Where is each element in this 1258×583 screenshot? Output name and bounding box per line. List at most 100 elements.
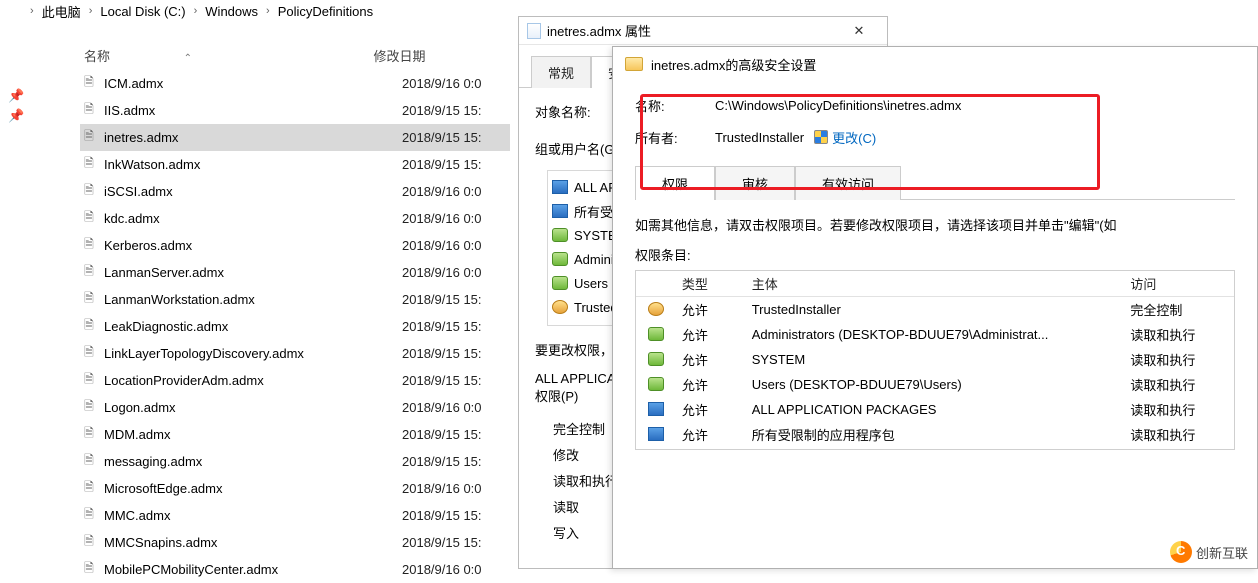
tab-general[interactable]: 常规 xyxy=(531,56,591,88)
ace-access: 读取和执行 xyxy=(1124,400,1234,419)
file-date: 2018/9/15 15: xyxy=(402,346,482,361)
file-icon xyxy=(527,23,541,39)
file-row[interactable]: 🗎 LocationProviderAdm.admx2018/9/15 15: xyxy=(80,367,510,394)
tab-audit[interactable]: 审核 xyxy=(715,166,795,200)
file-row[interactable]: 🗎kdc.admx2018/9/16 0:0 xyxy=(80,205,510,232)
file-row[interactable]: 🗎iSCSI.admx2018/9/16 0:0 xyxy=(80,178,510,205)
ace-row[interactable]: 允许ALL APPLICATION PACKAGES读取和执行 xyxy=(636,397,1234,422)
advanced-security-dialog: inetres.admx的高级安全设置 名称: C:\Windows\Polic… xyxy=(612,46,1258,569)
breadcrumb-item[interactable]: Windows xyxy=(203,4,260,19)
adv-tab-bar: 权限 审核 有效访问 xyxy=(635,165,1235,200)
file-row[interactable]: 🗎MobilePCMobilityCenter.admx2018/9/16 0:… xyxy=(80,556,510,583)
principal-icon xyxy=(552,252,568,266)
ace-row[interactable]: 允许SYSTEM读取和执行 xyxy=(636,347,1234,372)
file-row[interactable]: 🗎ICM.admx2018/9/16 0:0 xyxy=(80,70,510,97)
name-label: 名称: xyxy=(635,96,715,115)
breadcrumb-item[interactable]: PolicyDefinitions xyxy=(276,4,375,19)
file-date: 2018/9/15 15: xyxy=(402,373,482,388)
file-row[interactable]: 🗎Kerberos.admx2018/9/16 0:0 xyxy=(80,232,510,259)
breadcrumb-item[interactable]: 此电脑 xyxy=(40,2,83,21)
file-row[interactable]: 🗎MMC.admx2018/9/15 15: xyxy=(80,502,510,529)
file-date: 2018/9/15 15: xyxy=(402,427,482,442)
ace-row[interactable]: 允许TrustedInstaller完全控制 xyxy=(636,297,1234,322)
logo-icon xyxy=(1170,541,1192,563)
file-row[interactable]: 🗎LanmanServer.admx2018/9/16 0:0 xyxy=(80,259,510,286)
ace-type: 允许 xyxy=(676,350,746,369)
tab-effective-access[interactable]: 有效访问 xyxy=(795,166,901,200)
ace-principal: TrustedInstaller xyxy=(746,302,1125,317)
principal-icon xyxy=(552,228,568,242)
file-icon: 🗎 xyxy=(80,397,98,418)
file-name: inetres.admx xyxy=(104,130,402,145)
file-icon: 🗎 xyxy=(80,370,98,391)
ace-principal: ALL APPLICATION PACKAGES xyxy=(746,402,1125,417)
breadcrumb-item[interactable]: Local Disk (C:) xyxy=(98,4,187,19)
ace-row[interactable]: 允许所有受限制的应用程序包读取和执行 xyxy=(636,422,1234,447)
file-name: LocationProviderAdm.admx xyxy=(104,373,402,388)
file-row[interactable]: 🗎MMCSnapins.admx2018/9/15 15: xyxy=(80,529,510,556)
column-name[interactable]: 名称 ⌃ xyxy=(80,46,373,65)
file-icon: 🗎 xyxy=(80,451,98,472)
pin-icon[interactable]: 📌 xyxy=(0,106,30,126)
dialog-titlebar[interactable]: inetres.admx 属性 ✕ xyxy=(519,17,887,45)
ace-type: 允许 xyxy=(676,375,746,394)
file-date: 2018/9/15 15: xyxy=(402,454,482,469)
hint-text: 如需其他信息，请双击权限项目。若要修改权限项目，请选择该项目并单击"编辑"(如 xyxy=(635,216,1235,237)
file-row[interactable]: 🗎Logon.admx2018/9/16 0:0 xyxy=(80,394,510,421)
file-row[interactable]: 🗎messaging.admx2018/9/15 15: xyxy=(80,448,510,475)
ace-row[interactable]: 允许Administrators (DESKTOP-BDUUE79\Admini… xyxy=(636,322,1234,347)
ace-row[interactable]: 允许Users (DESKTOP-BDUUE79\Users)读取和执行 xyxy=(636,372,1234,397)
column-date[interactable]: 修改日期 xyxy=(373,46,510,65)
file-date: 2018/9/15 15: xyxy=(402,508,482,523)
shield-icon xyxy=(814,130,828,144)
file-name: LanmanWorkstation.admx xyxy=(104,292,402,307)
owner-value: TrustedInstaller xyxy=(715,130,804,145)
principal-icon xyxy=(648,302,664,316)
file-row[interactable]: 🗎inetres.admx2018/9/15 15: xyxy=(80,124,510,151)
file-row[interactable]: 🗎 InkWatson.admx2018/9/15 15: xyxy=(80,151,510,178)
principal-icon xyxy=(552,180,568,194)
col-access[interactable]: 访问 xyxy=(1124,274,1234,293)
chevron-right-icon: › xyxy=(30,5,34,17)
tab-permissions[interactable]: 权限 xyxy=(635,166,715,200)
file-name: LeakDiagnostic.admx xyxy=(104,319,402,334)
file-name: LinkLayerTopologyDiscovery.admx xyxy=(104,346,402,361)
file-row[interactable]: 🗎IIS.admx2018/9/15 15: xyxy=(80,97,510,124)
file-date: 2018/9/16 0:0 xyxy=(402,481,482,496)
file-row[interactable]: 🗎LanmanWorkstation.admx2018/9/15 15: xyxy=(80,286,510,313)
file-date: 2018/9/16 0:0 xyxy=(402,400,482,415)
ace-principal: 所有受限制的应用程序包 xyxy=(746,425,1125,444)
file-row[interactable]: 🗎MicrosoftEdge.admx2018/9/16 0:0 xyxy=(80,475,510,502)
ace-access: 读取和执行 xyxy=(1124,425,1234,444)
file-list-header[interactable]: 名称 ⌃ 修改日期 xyxy=(80,42,510,70)
file-date: 2018/9/15 15: xyxy=(402,292,482,307)
file-name: Kerberos.admx xyxy=(104,238,402,253)
file-icon: 🗎 xyxy=(80,208,98,229)
watermark: 创新互联 xyxy=(1170,541,1248,563)
file-icon: 🗎 xyxy=(80,181,98,202)
file-row[interactable]: 🗎LinkLayerTopologyDiscovery.admx2018/9/1… xyxy=(80,340,510,367)
owner-label: 所有者: xyxy=(635,128,715,147)
ace-principal: Users (DESKTOP-BDUUE79\Users) xyxy=(746,377,1125,392)
file-name: MMC.admx xyxy=(104,508,402,523)
file-icon: 🗎 xyxy=(80,154,98,175)
file-icon: 🗎 xyxy=(80,478,98,499)
ace-access: 读取和执行 xyxy=(1124,375,1234,394)
file-row[interactable]: 🗎MDM.admx2018/9/15 15: xyxy=(80,421,510,448)
file-row[interactable]: 🗎LeakDiagnostic.admx2018/9/15 15: xyxy=(80,313,510,340)
file-date: 2018/9/15 15: xyxy=(402,157,482,172)
file-icon: 🗎 xyxy=(80,559,98,580)
col-principal[interactable]: 主体 xyxy=(746,274,1125,293)
ace-table[interactable]: 类型 主体 访问 允许TrustedInstaller完全控制允许Adminis… xyxy=(635,270,1235,450)
ace-access: 读取和执行 xyxy=(1124,350,1234,369)
file-name: InkWatson.admx xyxy=(104,157,402,172)
principal-icon xyxy=(552,276,568,290)
change-owner-link[interactable]: 更改(C) xyxy=(832,128,876,147)
ace-type: 允许 xyxy=(676,325,746,344)
close-icon[interactable]: ✕ xyxy=(839,23,879,39)
ace-table-header[interactable]: 类型 主体 访问 xyxy=(636,271,1234,297)
pin-icon[interactable]: 📌 xyxy=(0,86,30,106)
col-type[interactable]: 类型 xyxy=(676,274,746,293)
file-date: 2018/9/16 0:0 xyxy=(402,211,482,226)
dialog-titlebar[interactable]: inetres.admx的高级安全设置 xyxy=(613,47,1257,81)
